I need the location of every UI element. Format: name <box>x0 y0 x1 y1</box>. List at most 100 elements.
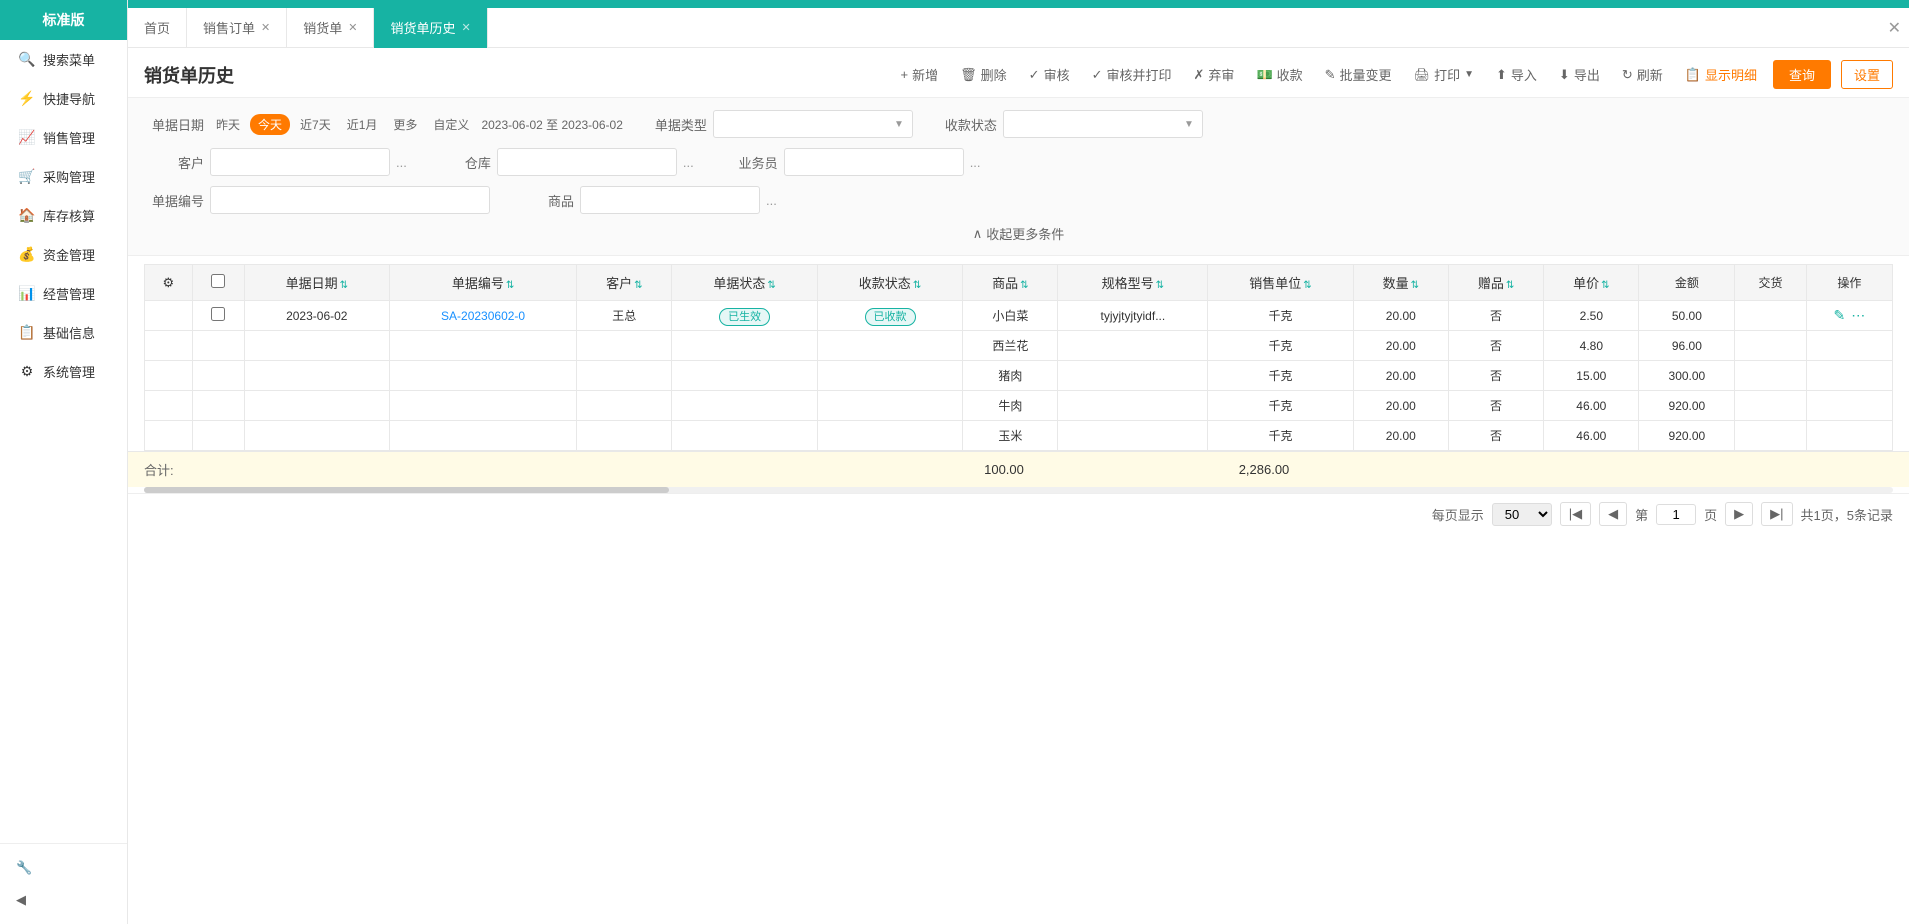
sidebar-item-basic-info[interactable]: 📋 基础信息 <box>0 313 127 352</box>
cell-checkbox <box>192 421 244 451</box>
col-unit[interactable]: 销售单位⇅ <box>1208 265 1353 301</box>
table-area: ⚙ 单据日期⇅ 单据编号⇅ 客户⇅ 单据状态⇅ 收款状态⇅ 商品⇅ 规格型号⇅ … <box>128 264 1909 451</box>
refresh-icon: ↻ <box>1622 67 1633 83</box>
delete-button[interactable]: 🗑 删除 <box>954 63 1013 86</box>
customer-input[interactable] <box>210 148 390 176</box>
col-customer[interactable]: 客户⇅ <box>577 265 672 301</box>
audit-button[interactable]: ✓ 审核 <box>1023 63 1076 86</box>
cell-unit: 千克 <box>1208 421 1353 451</box>
audit-print-button[interactable]: ✓ 审核并打印 <box>1086 63 1178 86</box>
date-btn-more[interactable]: 更多 <box>387 114 423 135</box>
cell-doc-status <box>672 361 817 391</box>
refresh-button[interactable]: ↻ 刷新 <box>1616 63 1669 86</box>
query-button[interactable]: 查询 <box>1773 60 1831 89</box>
customer-ellipsis[interactable]: ... <box>396 155 407 170</box>
date-btn-1month[interactable]: 近1月 <box>341 114 384 135</box>
date-filter: 昨天 今天 近7天 近1月 更多 自定义 <box>210 114 475 135</box>
sidebar-item-ops-mgmt[interactable]: 📊 经营管理 <box>0 274 127 313</box>
sidebar-item-search-menu[interactable]: 🔍 搜索菜单 <box>0 40 127 79</box>
sidebar-item-inventory[interactable]: 🏠 库存核算 <box>0 196 127 235</box>
set-button[interactable]: 设置 <box>1841 60 1893 89</box>
next-page-button[interactable]: ▶ <box>1725 502 1753 526</box>
col-doc-status[interactable]: 单据状态⇅ <box>672 265 817 301</box>
show-detail-button[interactable]: 📋 显示明细 <box>1679 63 1763 86</box>
import-button[interactable]: ⬆ 导入 <box>1490 63 1543 86</box>
spec-sort-icon: ⇅ <box>1156 280 1164 291</box>
col-gift[interactable]: 赠品⇅ <box>1448 265 1543 301</box>
cell-actions: ✎⋯ <box>1806 301 1892 331</box>
tab-home[interactable]: 首页 <box>128 8 187 48</box>
show-detail-label: 显示明细 <box>1705 65 1757 84</box>
col-doc-date[interactable]: 单据日期⇅ <box>244 265 389 301</box>
col-collect-status[interactable]: 收款状态⇅ <box>817 265 962 301</box>
col-qty[interactable]: 数量⇅ <box>1353 265 1448 301</box>
date-btn-7days[interactable]: 近7天 <box>294 114 337 135</box>
sidebar-label-basic-info: 基础信息 <box>43 323 95 342</box>
last-page-button[interactable]: ▶| <box>1761 502 1792 526</box>
tab-sales-order-close[interactable]: ✕ <box>261 21 270 34</box>
add-button[interactable]: + 新增 <box>895 63 945 86</box>
doc-type-select[interactable]: ▼ <box>713 110 913 138</box>
date-btn-yesterday[interactable]: 昨天 <box>210 114 246 135</box>
cell-doc-status: 已生效 <box>672 301 817 331</box>
col-unit-price[interactable]: 单价⇅ <box>1544 265 1639 301</box>
warehouse-input[interactable] <box>497 148 677 176</box>
warehouse-ellipsis[interactable]: ... <box>683 155 694 170</box>
capital-mgmt-icon: 💰 <box>19 247 35 263</box>
salesperson-input[interactable] <box>784 148 964 176</box>
settings-col-icon[interactable]: ⚙ <box>162 275 174 290</box>
col-goods[interactable]: 商品⇅ <box>963 265 1058 301</box>
import-label: 导入 <box>1511 65 1537 84</box>
page-number-input[interactable]: 1 <box>1656 504 1696 525</box>
filter-row-3: 单据编号 商品 ... <box>144 186 1893 214</box>
collapse-filter-btn[interactable]: ∧ 收起更多条件 <box>144 224 1893 243</box>
cell-spec <box>1058 391 1208 421</box>
collect-button[interactable]: 💵 收款 <box>1250 63 1308 86</box>
goods-ellipsis[interactable]: ... <box>766 193 777 208</box>
collect-status-select[interactable]: ▼ <box>1003 110 1203 138</box>
tab-sales-history[interactable]: 销货单历史 ✕ <box>374 8 487 48</box>
goods-input[interactable] <box>580 186 760 214</box>
abandon-button[interactable]: ✗ 弃审 <box>1188 63 1241 86</box>
search-menu-icon: 🔍 <box>19 52 35 68</box>
cell-transaction <box>1735 391 1806 421</box>
select-all-checkbox[interactable] <box>211 274 225 288</box>
cell-checkbox <box>192 391 244 421</box>
prev-page-button[interactable]: ◀ <box>1599 502 1627 526</box>
table-row: 猪肉 千克 20.00 否 15.00 300.00 <box>145 361 1893 391</box>
tab-sales-order[interactable]: 销售订单 ✕ <box>187 8 287 48</box>
tab-bar-close-all[interactable]: ✕ <box>1888 18 1909 38</box>
batch-change-button[interactable]: ✎ 批量变更 <box>1319 63 1398 86</box>
cell-unit-price: 4.80 <box>1544 331 1639 361</box>
tab-sales-delivery[interactable]: 销货单 ✕ <box>287 8 374 48</box>
date-btn-today[interactable]: 今天 <box>250 114 290 135</box>
date-btn-custom[interactable]: 自定义 <box>427 114 475 135</box>
first-page-button[interactable]: |◀ <box>1560 502 1591 526</box>
audit-print-label: 审核并打印 <box>1107 65 1172 84</box>
cell-qty: 20.00 <box>1353 391 1448 421</box>
sidebar-collapse-btn[interactable]: ◀ <box>0 884 127 916</box>
doc-no-input[interactable] <box>210 186 490 214</box>
cell-customer <box>577 391 672 421</box>
col-settings[interactable]: ⚙ <box>145 265 193 301</box>
export-button[interactable]: ⬇ 导出 <box>1553 63 1606 86</box>
salesperson-ellipsis[interactable]: ... <box>970 155 981 170</box>
tab-sales-history-close[interactable]: ✕ <box>462 21 471 34</box>
sidebar-item-sales-mgmt[interactable]: 📈 销售管理 <box>0 118 127 157</box>
row-checkbox[interactable] <box>211 307 225 321</box>
print-button[interactable]: 🖨 打印 ▼ <box>1408 63 1480 86</box>
tab-sales-delivery-close[interactable]: ✕ <box>348 21 357 34</box>
sidebar-item-purchase-mgmt[interactable]: 🛒 采购管理 <box>0 157 127 196</box>
cell-unit: 千克 <box>1208 301 1353 331</box>
sidebar-item-sys-mgmt[interactable]: ⚙ 系统管理 <box>0 352 127 391</box>
cell-doc-no <box>389 391 576 421</box>
page-size-select[interactable]: 50 100 <box>1492 503 1552 526</box>
col-doc-no[interactable]: 单据编号⇅ <box>389 265 576 301</box>
sidebar-bottom-settings[interactable]: 🔧 <box>0 852 127 884</box>
col-spec[interactable]: 规格型号⇅ <box>1058 265 1208 301</box>
sidebar-item-quick-nav[interactable]: ⚡ 快捷导航 <box>0 79 127 118</box>
more-action-btn[interactable]: ⋯ <box>1851 307 1865 324</box>
sidebar-item-capital-mgmt[interactable]: 💰 资金管理 <box>0 235 127 274</box>
edit-action-btn[interactable]: ✎ <box>1833 307 1845 324</box>
batch-change-icon: ✎ <box>1325 67 1336 83</box>
